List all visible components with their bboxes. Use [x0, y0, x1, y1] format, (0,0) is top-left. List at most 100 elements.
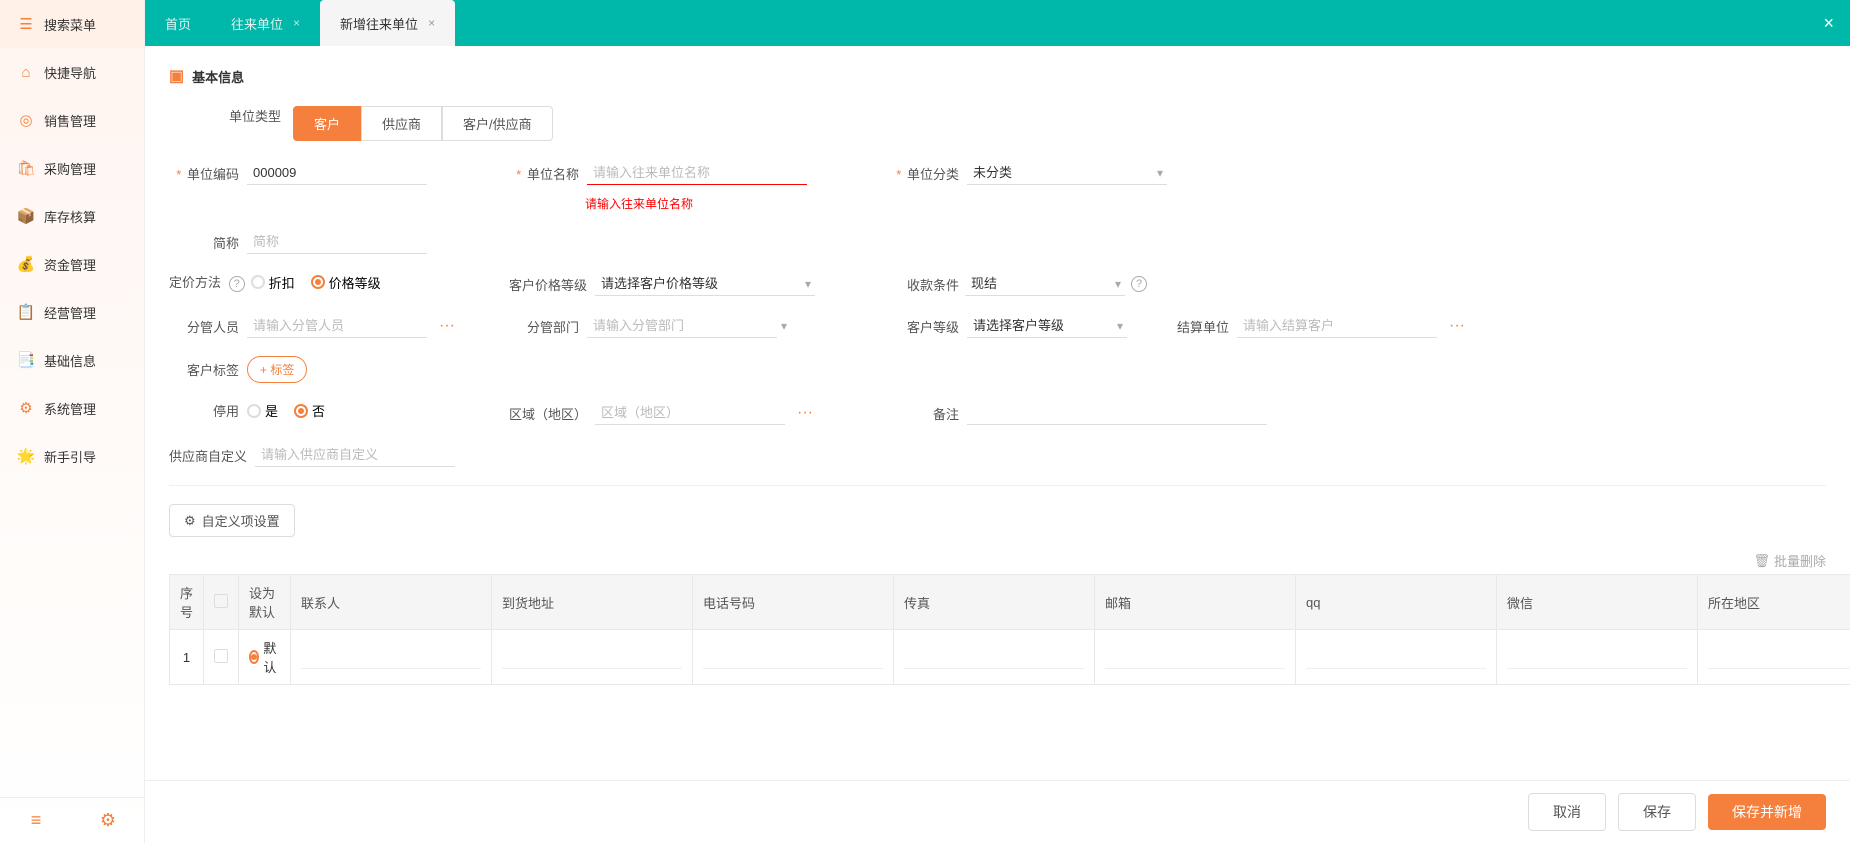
- search-menu-icon: ☰: [16, 14, 36, 34]
- tab-new-partner-close[interactable]: ×: [428, 16, 435, 30]
- unit-code-label: * 单位编码: [169, 164, 239, 183]
- content-area: ▣ 基本信息 单位类型 客户 供应商 客户/供应商 * 单位编码: [145, 46, 1850, 780]
- row-address-input[interactable]: [502, 645, 682, 669]
- sidebar-item-system[interactable]: ⚙ 系统管理: [0, 384, 144, 432]
- payment-terms-field: 收款条件 现结 ▾ ?: [889, 272, 1229, 296]
- sidebar-item-basic[interactable]: 📑 基础信息: [0, 336, 144, 384]
- payment-help-icon[interactable]: ?: [1131, 276, 1147, 292]
- cancel-button[interactable]: 取消: [1528, 793, 1606, 831]
- pricing-discount-radio[interactable]: 折扣: [251, 273, 295, 292]
- divider: [169, 485, 1826, 486]
- sidebar: ☰ 搜索菜单 ⌂ 快捷导航 ◎ 销售管理 🛍 采购管理 📦 库存核算 💰 资金管…: [0, 0, 145, 843]
- sidebar-item-purchase[interactable]: 🛍 采购管理: [0, 144, 144, 192]
- tab-partner-close[interactable]: ×: [293, 16, 300, 30]
- manager-label: 分管人员: [169, 317, 239, 336]
- row-index: 1: [170, 630, 204, 685]
- row-checkbox[interactable]: [214, 649, 228, 663]
- remark-input[interactable]: [967, 401, 1267, 425]
- row-default-radio[interactable]: 默认: [249, 638, 280, 676]
- row-fax-input[interactable]: [904, 645, 1084, 669]
- sidebar-item-newuser[interactable]: 🌟 新手引导: [0, 432, 144, 480]
- save-button[interactable]: 保存: [1618, 793, 1696, 831]
- sidebar-item-label: 系统管理: [44, 399, 96, 418]
- sidebar-item-inventory[interactable]: 📦 库存核算: [0, 192, 144, 240]
- row-phone: [693, 630, 894, 685]
- region-input[interactable]: [595, 401, 785, 425]
- pricing-help-icon[interactable]: ?: [229, 276, 245, 292]
- supplier-custom-label: 供应商自定义: [169, 446, 247, 465]
- sidebar-item-ops[interactable]: 📋 经营管理: [0, 288, 144, 336]
- unit-type-label: 单位类型: [229, 106, 281, 125]
- sidebar-item-search[interactable]: ☰ 搜索菜单: [0, 0, 144, 48]
- row-region-input[interactable]: [1708, 645, 1850, 669]
- disabled-no-radio[interactable]: 否: [294, 401, 325, 420]
- unit-category-select[interactable]: 未分类: [967, 161, 1167, 185]
- unit-name-error: 请输入往来单位名称: [585, 195, 693, 212]
- row-qq-input[interactable]: [1306, 645, 1486, 669]
- sidebar-item-sales[interactable]: ◎ 销售管理: [0, 96, 144, 144]
- disabled-label: 停用: [169, 401, 239, 420]
- sidebar-collapse-btn[interactable]: ≡: [0, 798, 72, 843]
- customer-level-select[interactable]: 请选择客户等级: [967, 314, 1127, 338]
- unit-type-both-btn[interactable]: 客户/供应商: [442, 106, 553, 141]
- form-row-supplier-custom: 供应商自定义: [169, 443, 1826, 467]
- sidebar-item-label: 基础信息: [44, 351, 96, 370]
- unit-code-input[interactable]: [247, 161, 427, 185]
- pricing-price-level-radio[interactable]: 价格等级: [311, 273, 381, 292]
- department-input[interactable]: [587, 314, 777, 338]
- system-icon: ⚙: [16, 398, 36, 418]
- row-phone-input[interactable]: [703, 645, 883, 669]
- row-email-input[interactable]: [1105, 645, 1285, 669]
- col-fax: 传真: [894, 575, 1095, 630]
- sidebar-item-label: 资金管理: [44, 255, 96, 274]
- sidebar-settings-btn[interactable]: ⚙: [72, 798, 144, 843]
- col-phone: 电话号码: [693, 575, 894, 630]
- short-name-input[interactable]: [247, 230, 427, 254]
- payment-terms-select[interactable]: 现结: [965, 272, 1125, 296]
- form-row-disabled: 停用 是 否 区域（地区） ···: [169, 401, 1826, 425]
- home-icon: ⌂: [16, 62, 36, 82]
- settlement-more-btn[interactable]: ···: [1445, 317, 1469, 335]
- unit-type-customer-btn[interactable]: 客户: [293, 106, 361, 141]
- row-address: [492, 630, 693, 685]
- form-row-1: * 单位编码 * 单位名称 请输入往来单位名称 *: [169, 161, 1826, 212]
- settlement-unit-input[interactable]: [1237, 314, 1437, 338]
- tab-home[interactable]: 首页: [145, 0, 211, 46]
- inventory-icon: 📦: [16, 206, 36, 226]
- tab-new-partner[interactable]: 新增往来单位 ×: [320, 0, 455, 46]
- add-tag-btn[interactable]: + 标签: [247, 356, 307, 383]
- sidebar-item-label: 经营管理: [44, 303, 96, 322]
- default-radio-icon: [249, 650, 259, 664]
- supplier-custom-input[interactable]: [255, 443, 455, 467]
- window-close-btn[interactable]: ×: [1807, 13, 1850, 34]
- row-region: [1698, 630, 1850, 685]
- region-more-btn[interactable]: ···: [793, 404, 817, 422]
- purchase-icon: 🛍: [16, 158, 36, 178]
- custom-settings-btn[interactable]: ⚙ 自定义项设置: [169, 504, 295, 537]
- row-wechat-input[interactable]: [1507, 645, 1687, 669]
- sidebar-item-quicknav[interactable]: ⌂ 快捷导航: [0, 48, 144, 96]
- manager-input[interactable]: [247, 314, 427, 338]
- section-title-text: 基本信息: [192, 67, 244, 86]
- select-all-checkbox[interactable]: [214, 594, 228, 608]
- unit-name-input[interactable]: [587, 161, 807, 185]
- disabled-yes-radio[interactable]: 是: [247, 401, 278, 420]
- customer-price-level-wrapper: 请选择客户价格等级 ▾: [595, 272, 815, 296]
- tab-partner-label: 往来单位: [231, 14, 283, 33]
- unit-type-group: 客户 供应商 客户/供应商: [293, 106, 553, 141]
- unit-type-supplier-btn[interactable]: 供应商: [361, 106, 442, 141]
- sidebar-item-finance[interactable]: 💰 资金管理: [0, 240, 144, 288]
- row-qq: [1296, 630, 1497, 685]
- save-add-button[interactable]: 保存并新增: [1708, 794, 1826, 830]
- batch-delete-btn[interactable]: 🗑 批量删除: [169, 551, 1826, 570]
- customer-price-level-select[interactable]: 请选择客户价格等级: [595, 272, 815, 296]
- department-field: 分管部门 ▾: [509, 314, 889, 338]
- manager-more-btn[interactable]: ···: [435, 317, 459, 335]
- col-default: 设为默认: [239, 575, 291, 630]
- sales-icon: ◎: [16, 110, 36, 130]
- remark-field: 备注: [889, 401, 1826, 425]
- tab-partner[interactable]: 往来单位 ×: [211, 0, 320, 46]
- row-contact-input[interactable]: [301, 645, 481, 669]
- sidebar-item-label: 新手引导: [44, 447, 96, 466]
- unit-code-field: * 单位编码: [169, 161, 509, 185]
